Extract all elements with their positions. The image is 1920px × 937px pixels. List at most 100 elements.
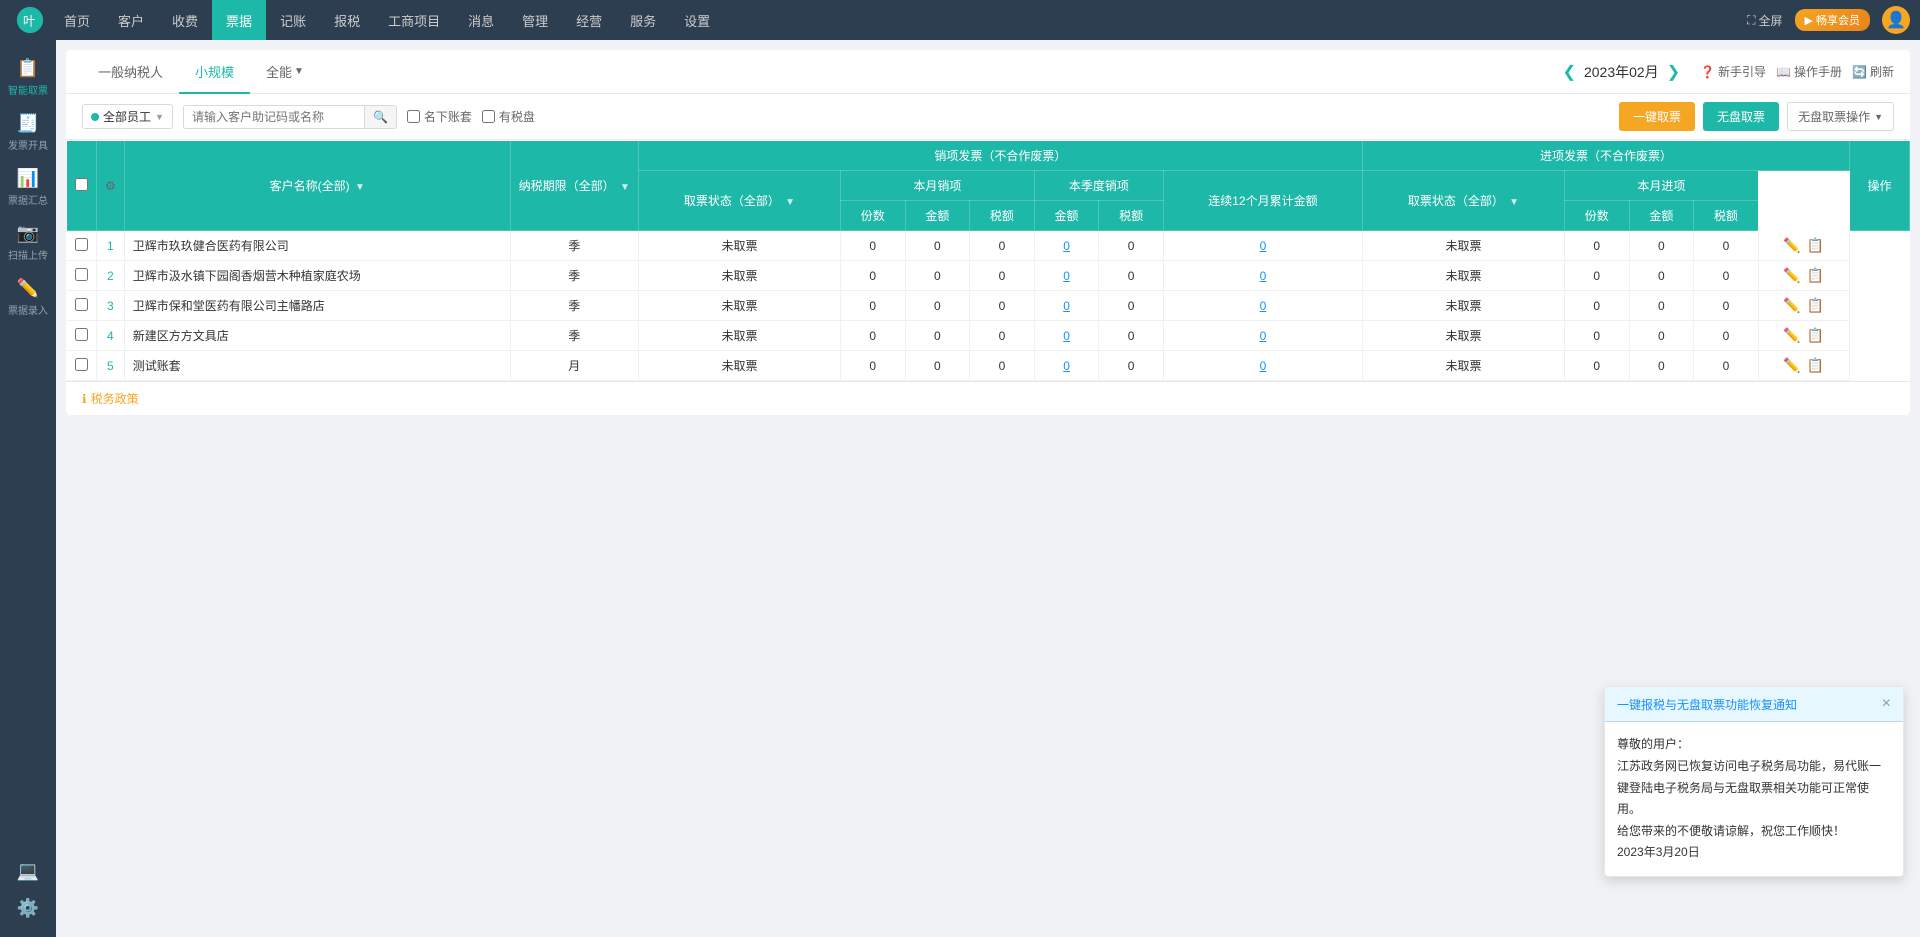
nav-accounting[interactable]: 记账 bbox=[266, 0, 320, 40]
main-table: ⚙ 客户名称(全部) ▼ 纳税期限（全部） ▼ 销项发票（不合作废票） 进项发票… bbox=[66, 140, 1910, 381]
filter-account-label[interactable]: 名下账套 bbox=[407, 108, 472, 125]
table-settings-icon[interactable]: ⚙ bbox=[105, 179, 116, 193]
vip-btn[interactable]: ▶ 畅享会员 bbox=[1795, 9, 1870, 31]
row-checkbox-3[interactable] bbox=[75, 328, 88, 341]
no-disk-ticket-btn[interactable]: 无盘取票 bbox=[1703, 102, 1779, 131]
sales-status-filter-icon[interactable]: ▼ bbox=[785, 197, 795, 208]
date-navigation: ❮ 2023年02月 ❯ bbox=[1563, 62, 1681, 82]
row-checkbox-0[interactable] bbox=[75, 238, 88, 251]
detail-icon-0[interactable]: 📋 bbox=[1807, 237, 1824, 254]
select-all-checkbox[interactable] bbox=[75, 178, 88, 191]
prev-date-btn[interactable]: ❮ bbox=[1563, 62, 1576, 82]
scan-upload-icon: 📷 bbox=[17, 223, 39, 244]
notification-popup: 一键报税与无盘取票功能恢复通知 × 尊敬的用户： 江苏政务网已恢复访问电子税务局… bbox=[1604, 686, 1904, 877]
nav-items: 首页 客户 收费 票据 记账 报税 工商项目 消息 管理 经营 服务 设置 bbox=[50, 0, 1747, 40]
notification-close-btn[interactable]: × bbox=[1882, 695, 1891, 713]
employee-dot bbox=[91, 113, 99, 121]
nav-settings[interactable]: 设置 bbox=[670, 0, 724, 40]
fullscreen-btn[interactable]: ⛶ 全屏 bbox=[1747, 12, 1782, 29]
search-button[interactable]: 🔍 bbox=[364, 106, 396, 128]
filter-taxdisk-checkbox[interactable] bbox=[482, 110, 495, 123]
sidebar-item-ticket-entry[interactable]: ✏️ 票据录入 bbox=[0, 270, 56, 325]
nav-service[interactable]: 服务 bbox=[616, 0, 670, 40]
play-icon: ▶ bbox=[1805, 14, 1813, 27]
app-logo: 叶 bbox=[10, 6, 50, 34]
user-avatar[interactable]: 👤 bbox=[1882, 6, 1910, 34]
nav-business[interactable]: 工商项目 bbox=[374, 0, 454, 40]
info-icon: ℹ bbox=[82, 392, 87, 406]
sidebar-item-invoice-open[interactable]: 🧾 发票开具 bbox=[0, 105, 56, 160]
top-right-tools: ⛶ 全屏 ▶ 畅享会员 👤 bbox=[1747, 6, 1910, 34]
nav-ticket[interactable]: 票据 bbox=[212, 0, 266, 40]
edit-icon-4[interactable]: ✏️ bbox=[1783, 357, 1800, 374]
nav-tax[interactable]: 报税 bbox=[320, 0, 374, 40]
tabs-row: 一般纳税人 小规模 全能 ▼ ❮ 2023年02月 ❯ ❓ 新手引导 📖 操作手… bbox=[66, 50, 1910, 94]
sidebar-item-monitor[interactable]: 💻 bbox=[13, 853, 43, 890]
detail-icon-3[interactable]: 📋 bbox=[1807, 327, 1824, 344]
nav-manage[interactable]: 管理 bbox=[508, 0, 562, 40]
fullscreen-icon: ⛶ bbox=[1747, 13, 1755, 28]
edit-icon-3[interactable]: ✏️ bbox=[1783, 327, 1800, 344]
detail-icon-1[interactable]: 📋 bbox=[1807, 267, 1824, 284]
tab-small-scale[interactable]: 小规模 bbox=[179, 50, 250, 94]
tax-policy-link[interactable]: ℹ 税务政策 bbox=[82, 390, 139, 407]
sidebar-item-scan-upload[interactable]: 📷 扫描上传 bbox=[0, 215, 56, 270]
nav-billing[interactable]: 收费 bbox=[158, 0, 212, 40]
new-guide-btn[interactable]: ❓ 新手引导 bbox=[1700, 63, 1766, 80]
notification-body: 尊敬的用户： 江苏政务网已恢复访问电子税务局功能，易代账一键登陆电子税务局与无盘… bbox=[1605, 722, 1903, 876]
tab-all-capable[interactable]: 全能 ▼ bbox=[250, 50, 320, 94]
search-icon: 🔍 bbox=[373, 110, 388, 124]
refresh-btn[interactable]: 🔄 刷新 bbox=[1852, 63, 1894, 80]
row-checkbox-1[interactable] bbox=[75, 268, 88, 281]
top-navigation: 叶 首页 客户 收费 票据 记账 报税 工商项目 消息 管理 经营 服务 设置 … bbox=[0, 0, 1920, 40]
notification-text: 尊敬的用户： 江苏政务网已恢复访问电子税务局功能，易代账一键登陆电子税务局与无盘… bbox=[1617, 734, 1891, 864]
config-icon: ⚙️ bbox=[17, 898, 39, 919]
edit-icon-2[interactable]: ✏️ bbox=[1783, 297, 1800, 314]
nav-client[interactable]: 客户 bbox=[104, 0, 158, 40]
date-display: 2023年02月 bbox=[1584, 62, 1659, 82]
table-row: 2 卫辉市汲水镇下园阁香烟营木种植家庭农场 季 未取票 0 0 0 0 0 0 … bbox=[67, 261, 1910, 291]
sidebar-bottom: 💻 ⚙️ bbox=[13, 853, 43, 927]
tab-general-taxpayer[interactable]: 一般纳税人 bbox=[82, 50, 179, 94]
edit-icon-0[interactable]: ✏️ bbox=[1783, 237, 1800, 254]
no-disk-ops-btn[interactable]: 无盘取票操作 ▼ bbox=[1787, 102, 1894, 131]
table-row: 1 卫辉市玖玖健合医药有限公司 季 未取票 0 0 0 0 0 0 未取票 0 … bbox=[67, 231, 1910, 261]
notification-header: 一键报税与无盘取票功能恢复通知 × bbox=[1605, 687, 1903, 722]
sidebar-item-smart-ticket[interactable]: 📋 智能取票 bbox=[0, 50, 56, 105]
employee-dropdown-icon: ▼ bbox=[155, 112, 164, 122]
ticket-summary-icon: 📊 bbox=[17, 168, 39, 189]
next-date-btn[interactable]: ❯ bbox=[1667, 62, 1680, 82]
svg-text:叶: 叶 bbox=[23, 14, 35, 28]
nav-message[interactable]: 消息 bbox=[454, 0, 508, 40]
tax-period-filter-icon[interactable]: ▼ bbox=[620, 182, 630, 193]
row-checkbox-4[interactable] bbox=[75, 358, 88, 371]
monitor-icon: 💻 bbox=[17, 861, 39, 882]
sidebar-item-config[interactable]: ⚙️ bbox=[13, 890, 43, 927]
row-checkbox-2[interactable] bbox=[75, 298, 88, 311]
table-row: 5 测试账套 月 未取票 0 0 0 0 0 0 未取票 0 0 0 ✏️ 📋 bbox=[67, 351, 1910, 381]
purchase-status-filter-icon[interactable]: ▼ bbox=[1509, 197, 1519, 208]
table-row: 3 卫辉市保和堂医药有限公司主幡路店 季 未取票 0 0 0 0 0 0 未取票… bbox=[67, 291, 1910, 321]
filter-account-checkbox[interactable] bbox=[407, 110, 420, 123]
invoice-open-icon: 🧾 bbox=[17, 113, 39, 134]
nav-operations[interactable]: 经营 bbox=[562, 0, 616, 40]
one-key-ticket-btn[interactable]: 一键取票 bbox=[1619, 102, 1695, 131]
edit-icon-1[interactable]: ✏️ bbox=[1783, 267, 1800, 284]
employee-select[interactable]: 全部员工 ▼ bbox=[82, 104, 173, 129]
detail-icon-4[interactable]: 📋 bbox=[1807, 357, 1824, 374]
sidebar: 📋 智能取票 🧾 发票开具 📊 票据汇总 📷 扫描上传 ✏️ 票据录入 💻 ⚙️ bbox=[0, 40, 56, 937]
refresh-icon: 🔄 bbox=[1852, 65, 1867, 79]
dropdown-arrow-icon: ▼ bbox=[1874, 112, 1883, 122]
detail-icon-2[interactable]: 📋 bbox=[1807, 297, 1824, 314]
filter-taxdisk-label[interactable]: 有税盘 bbox=[482, 108, 535, 125]
table-wrapper: ⚙ 客户名称(全部) ▼ 纳税期限（全部） ▼ 销项发票（不合作废票） 进项发票… bbox=[66, 140, 1910, 381]
all-capable-dropdown-icon: ▼ bbox=[294, 66, 304, 77]
manual-btn[interactable]: 📖 操作手册 bbox=[1776, 63, 1842, 80]
search-input[interactable] bbox=[184, 106, 364, 128]
smart-ticket-icon: 📋 bbox=[17, 58, 39, 79]
sidebar-item-ticket-summary[interactable]: 📊 票据汇总 bbox=[0, 160, 56, 215]
question-icon: ❓ bbox=[1700, 65, 1715, 79]
nav-home[interactable]: 首页 bbox=[50, 0, 104, 40]
client-filter-icon[interactable]: ▼ bbox=[355, 182, 365, 193]
notification-title: 一键报税与无盘取票功能恢复通知 bbox=[1617, 696, 1797, 713]
